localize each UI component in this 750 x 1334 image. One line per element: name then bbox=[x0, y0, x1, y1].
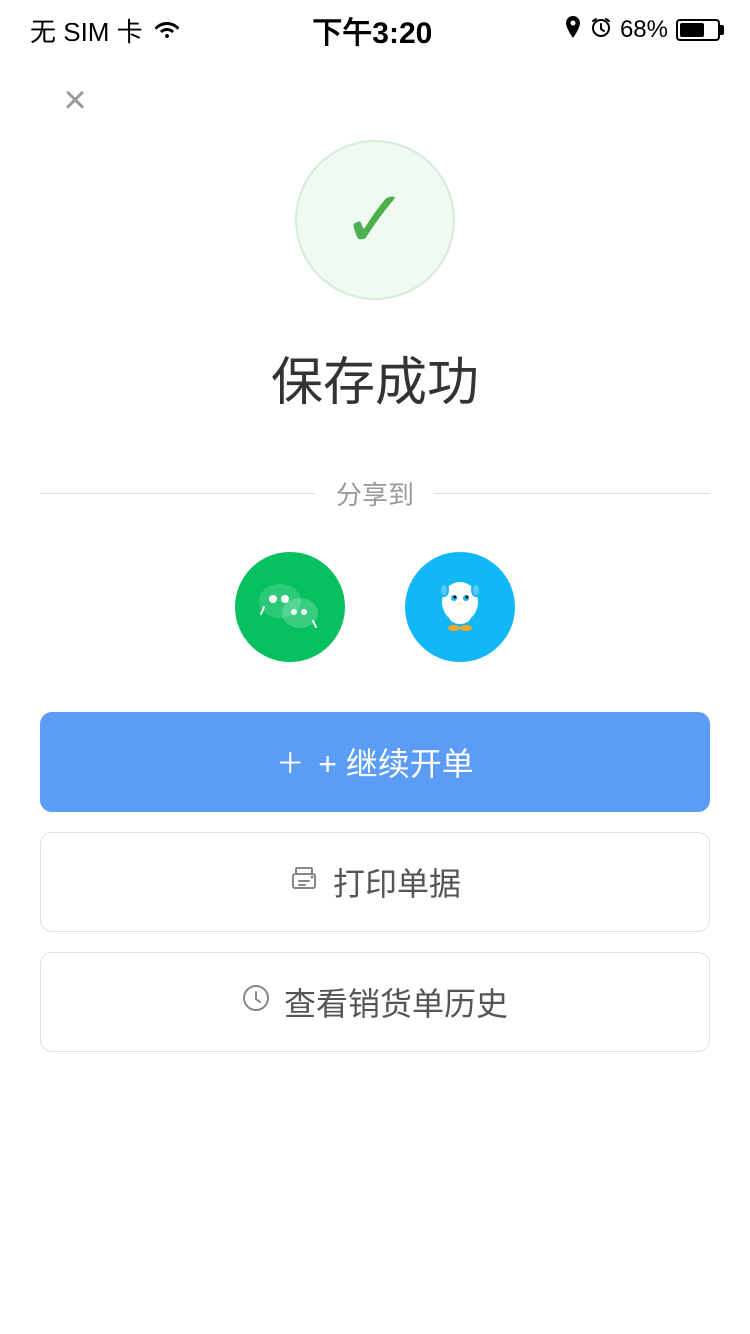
continue-label: + 继续开单 bbox=[318, 739, 474, 785]
time-display: 下午3:20 bbox=[312, 8, 432, 52]
wifi-icon bbox=[153, 15, 181, 46]
continue-button[interactable]: ＋ + 继续开单 bbox=[40, 712, 710, 812]
share-label: 分享到 bbox=[336, 475, 414, 512]
close-icon: × bbox=[63, 80, 86, 120]
share-divider: 分享到 bbox=[40, 475, 710, 512]
qq-share-button[interactable] bbox=[405, 552, 515, 662]
status-right: 68% bbox=[564, 16, 720, 45]
success-icon-container bbox=[295, 140, 455, 300]
clock-icon bbox=[242, 984, 270, 1020]
main-content: 保存成功 分享到 bbox=[0, 60, 750, 1052]
carrier-text: 无 SIM 卡 bbox=[30, 12, 143, 49]
printer-icon bbox=[289, 864, 319, 900]
share-section: 分享到 bbox=[0, 475, 750, 662]
history-label: 查看销货单历史 bbox=[284, 979, 508, 1025]
status-left: 无 SIM 卡 bbox=[30, 12, 181, 49]
battery-icon bbox=[676, 19, 720, 41]
location-icon bbox=[564, 16, 582, 45]
action-buttons: ＋ + 继续开单 打印单据 bbox=[0, 712, 750, 1052]
close-button[interactable]: × bbox=[50, 75, 100, 125]
battery-percent: 68% bbox=[620, 16, 668, 44]
wechat-share-button[interactable] bbox=[235, 552, 345, 662]
history-button[interactable]: 查看销货单历史 bbox=[40, 952, 710, 1052]
alarm-icon bbox=[590, 16, 612, 45]
success-title: 保存成功 bbox=[271, 340, 479, 415]
share-icons bbox=[40, 552, 710, 662]
print-label: 打印单据 bbox=[333, 859, 461, 905]
plus-icon: ＋ bbox=[276, 742, 304, 782]
checkmark-icon bbox=[335, 190, 415, 250]
status-bar: 无 SIM 卡 下午3:20 68% bbox=[0, 0, 750, 60]
print-button[interactable]: 打印单据 bbox=[40, 832, 710, 932]
